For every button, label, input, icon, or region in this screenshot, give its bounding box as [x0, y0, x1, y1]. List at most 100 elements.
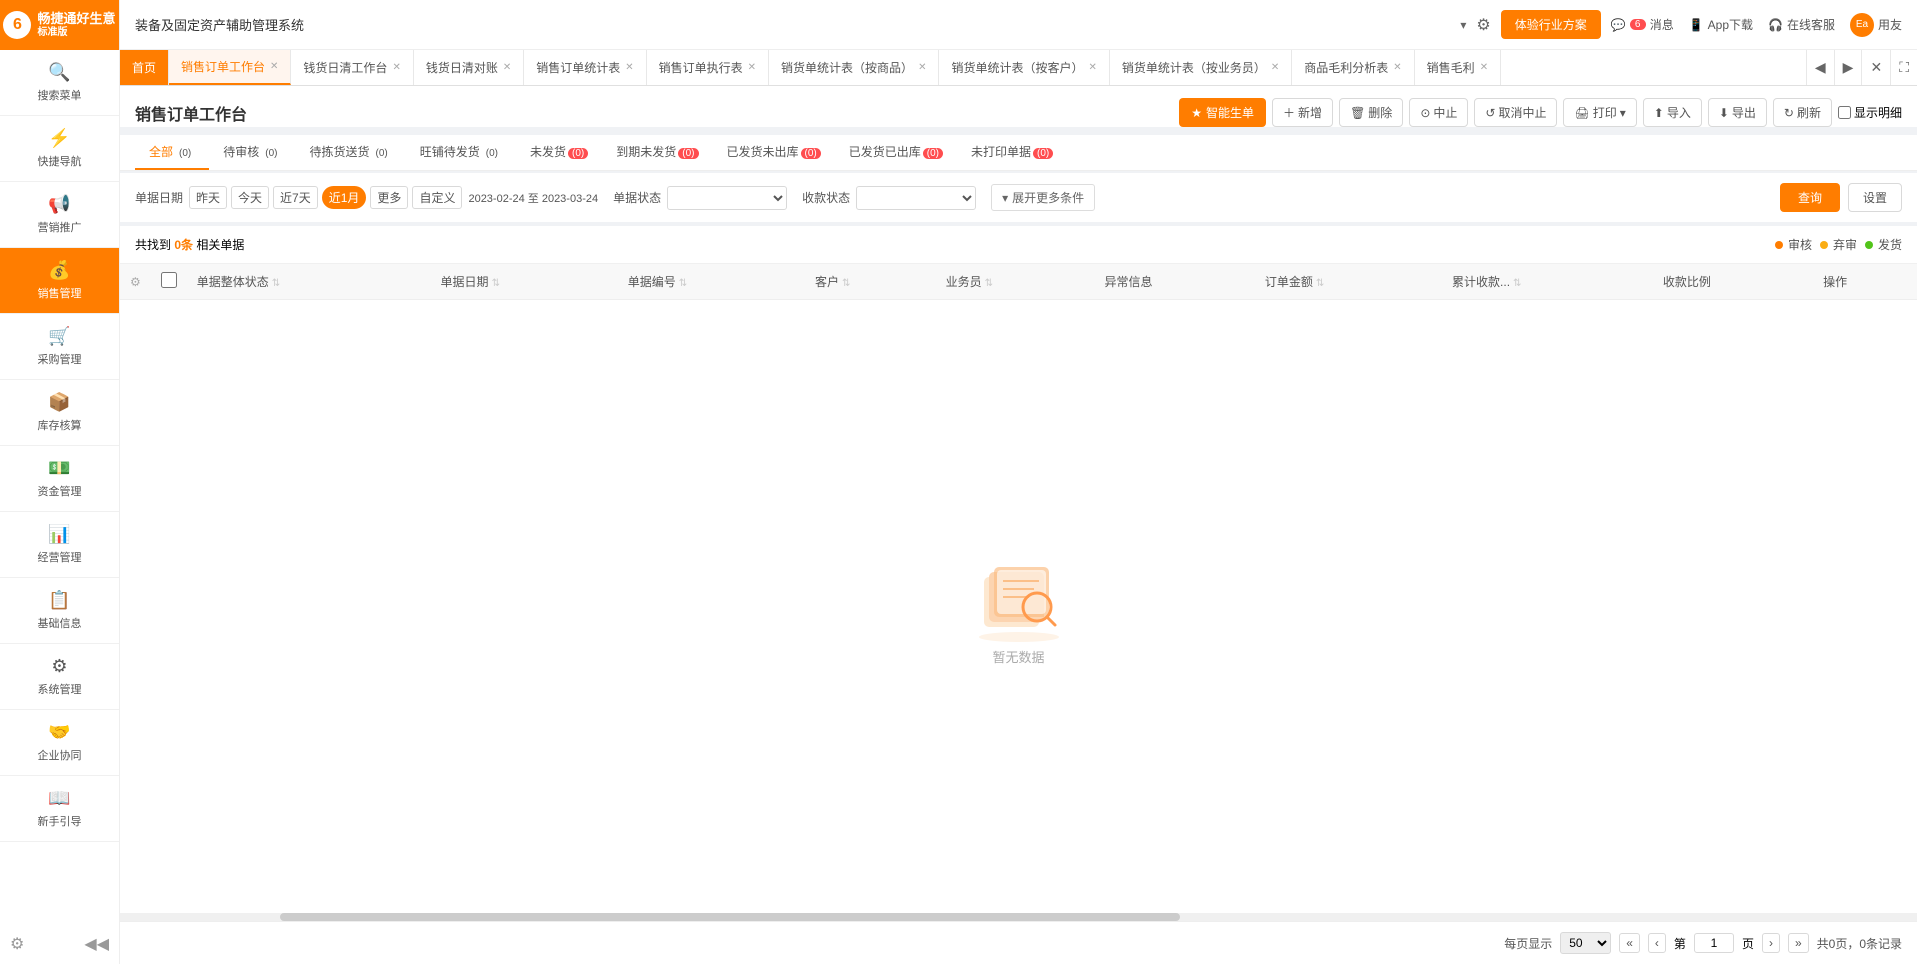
smart-create-btn[interactable]: ★ 智能生单 — [1179, 98, 1266, 127]
tab-close-2[interactable]: ✕ — [392, 62, 400, 73]
export-btn[interactable]: ⬇ 导出 — [1708, 98, 1767, 127]
online-service-item[interactable]: 🎧 在线客服 — [1768, 16, 1835, 33]
date-buttons: 昨天今天近7天近1月更多自定义 — [189, 186, 462, 209]
tab-0[interactable]: 首页 — [120, 50, 169, 85]
first-page-btn[interactable]: « — [1619, 933, 1640, 953]
tab-1[interactable]: 销售订单工作台✕ — [169, 50, 291, 85]
total-info: 共0页，0条记录 — [1817, 935, 1902, 952]
tab-maximize-btn[interactable]: ⛶ — [1890, 50, 1917, 85]
sidebar-item-5[interactable]: 📦库存核算 — [0, 380, 119, 446]
prev-page-btn[interactable]: ‹ — [1648, 933, 1666, 953]
next-page-btn[interactable]: › — [1762, 933, 1780, 953]
subtab-all[interactable]: 全部(0) — [135, 135, 209, 170]
subtab-unprinted[interactable]: 未打印单据(0) — [957, 135, 1067, 170]
horizontal-scrollbar[interactable] — [120, 913, 1917, 921]
tab-8[interactable]: 销货单统计表（按业务员）✕ — [1110, 50, 1292, 85]
col-amount: 订单金额⇅ — [1255, 264, 1442, 300]
page-suffix: 页 — [1742, 935, 1754, 952]
tab-4[interactable]: 销售订单统计表✕ — [524, 50, 646, 85]
tab-close-4[interactable]: ✕ — [625, 62, 633, 73]
tab-close-all-btn[interactable]: ✕ — [1861, 50, 1890, 85]
tab-7[interactable]: 销货单统计表（按客户）✕ — [939, 50, 1109, 85]
user-item[interactable]: Ea 用友 — [1850, 13, 1902, 37]
sidebar-item-8[interactable]: 📋基础信息 — [0, 578, 119, 644]
status-select[interactable] — [667, 186, 787, 210]
subtab-wangpu[interactable]: 旺铺待发货(0) — [406, 135, 516, 170]
delete-btn[interactable]: 🗑 删除 — [1339, 98, 1403, 127]
tab-close-8[interactable]: ✕ — [1271, 62, 1279, 73]
print-btn[interactable]: 🖨 打印 ▾ — [1563, 98, 1636, 127]
sidebar-icon-11: 📖 — [48, 788, 70, 809]
cancel-stop-btn[interactable]: ↺ 取消中止 — [1474, 98, 1557, 127]
topbar-dropdown-icon[interactable]: ▾ — [1460, 18, 1466, 32]
query-btn[interactable]: 查询 — [1780, 183, 1840, 212]
tab-2[interactable]: 钱货日清工作台✕ — [291, 50, 413, 85]
tab-close-10[interactable]: ✕ — [1480, 62, 1488, 73]
sidebar-item-11[interactable]: 📖新手引导 — [0, 776, 119, 842]
tab-close-6[interactable]: ✕ — [918, 62, 926, 73]
tab-5[interactable]: 销售订单执行表✕ — [647, 50, 769, 85]
subtab-shipped_out[interactable]: 已发货已出库(0) — [835, 135, 957, 170]
date-btn-自定义[interactable]: 自定义 — [412, 186, 462, 209]
stop-btn[interactable]: ⊙ 中止 — [1409, 98, 1468, 127]
tab-9[interactable]: 商品毛利分析表✕ — [1292, 50, 1414, 85]
subtab-shipped_not_out[interactable]: 已发货未出库(0) — [713, 135, 835, 170]
col-ratio: 收款比例 — [1653, 264, 1813, 300]
date-btn-昨天[interactable]: 昨天 — [189, 186, 227, 209]
user-avatar: Ea — [1850, 13, 1874, 37]
sidebar-icon-8: 📋 — [48, 590, 70, 611]
add-btn[interactable]: ＋ 新增 — [1272, 98, 1333, 127]
tab-close-7[interactable]: ✕ — [1088, 62, 1096, 73]
tab-10[interactable]: 销售毛利✕ — [1415, 50, 1501, 85]
tab-close-1[interactable]: ✕ — [270, 61, 278, 72]
tab-close-5[interactable]: ✕ — [748, 62, 756, 73]
last-page-btn[interactable]: » — [1788, 933, 1809, 953]
audit-action-btn[interactable]: 审核 — [1775, 234, 1812, 255]
tab-next-btn[interactable]: ▶ — [1834, 50, 1862, 85]
settings-bottom-icon[interactable]: ⚙ — [10, 934, 24, 954]
tab-close-9[interactable]: ✕ — [1393, 62, 1401, 73]
refresh-btn[interactable]: ↻ 刷新 — [1773, 98, 1832, 127]
date-btn-近1月[interactable]: 近1月 — [322, 186, 367, 209]
sidebar-item-7[interactable]: 📊经营管理 — [0, 512, 119, 578]
status-label: 单据状态 — [613, 189, 661, 206]
payment-select[interactable] — [856, 186, 976, 210]
cancel-audit-action-btn[interactable]: 弃审 — [1820, 234, 1857, 255]
sidebar-item-9[interactable]: ⚙系统管理 — [0, 644, 119, 710]
sidebar-item-4[interactable]: 🛒采购管理 — [0, 314, 119, 380]
date-btn-近7天[interactable]: 近7天 — [273, 186, 318, 209]
deliver-action-btn[interactable]: 发货 — [1865, 234, 1902, 255]
subtab-expired[interactable]: 到期未发货(0) — [602, 135, 712, 170]
set-btn[interactable]: 设置 — [1848, 183, 1902, 212]
tab-close-3[interactable]: ✕ — [503, 62, 511, 73]
app-download-item[interactable]: 📱 App下载 — [1689, 16, 1753, 33]
tab-prev-btn[interactable]: ◀ — [1806, 50, 1834, 85]
subtab-pending[interactable]: 待审核(0) — [209, 135, 295, 170]
show-detail-checkbox[interactable] — [1838, 106, 1851, 119]
sidebar-item-2[interactable]: 📢营销推广 — [0, 182, 119, 248]
sidebar-item-10[interactable]: 🤝企业协同 — [0, 710, 119, 776]
subtab-unshipped[interactable]: 未发货(0) — [516, 135, 602, 170]
horizontal-scroll-thumb[interactable] — [280, 913, 1180, 921]
topbar-settings-icon[interactable]: ⚙ — [1476, 15, 1490, 35]
message-item[interactable]: 💬 6 消息 — [1611, 16, 1674, 33]
column-settings-icon[interactable]: ⚙ — [130, 275, 141, 289]
sidebar-item-3[interactable]: 💰销售管理 — [0, 248, 119, 314]
industry-btn[interactable]: 体验行业方案 — [1501, 10, 1601, 39]
page-input[interactable] — [1694, 933, 1734, 953]
tab-6[interactable]: 销货单统计表（按商品）✕ — [769, 50, 939, 85]
page-header-actions: ★ 智能生单 ＋ 新增 🗑 删除 ⊙ 中止 ↺ 取消中止 — [1179, 98, 1902, 127]
select-all-checkbox[interactable] — [161, 272, 177, 288]
sidebar-item-1[interactable]: ⚡快捷导航 — [0, 116, 119, 182]
sidebar-item-6[interactable]: 💵资金管理 — [0, 446, 119, 512]
content-area: 销售订单工作台 ★ 智能生单 ＋ 新增 🗑 删除 ⊙ 中止 — [120, 86, 1917, 964]
subtab-picking[interactable]: 待拣货送货(0) — [296, 135, 406, 170]
page-size-select[interactable]: 50 100 200 — [1560, 932, 1611, 954]
date-btn-更多[interactable]: 更多 — [370, 186, 408, 209]
tab-3[interactable]: 钱货日清对账✕ — [414, 50, 524, 85]
sidebar-item-0[interactable]: 🔍搜索菜单 — [0, 50, 119, 116]
import-btn[interactable]: ⬆ 导入 — [1643, 98, 1702, 127]
date-btn-今天[interactable]: 今天 — [231, 186, 269, 209]
collapse-icon[interactable]: ◀◀ — [84, 934, 109, 954]
filter-expand-btn[interactable]: ▾ 展开更多条件 — [991, 184, 1095, 211]
